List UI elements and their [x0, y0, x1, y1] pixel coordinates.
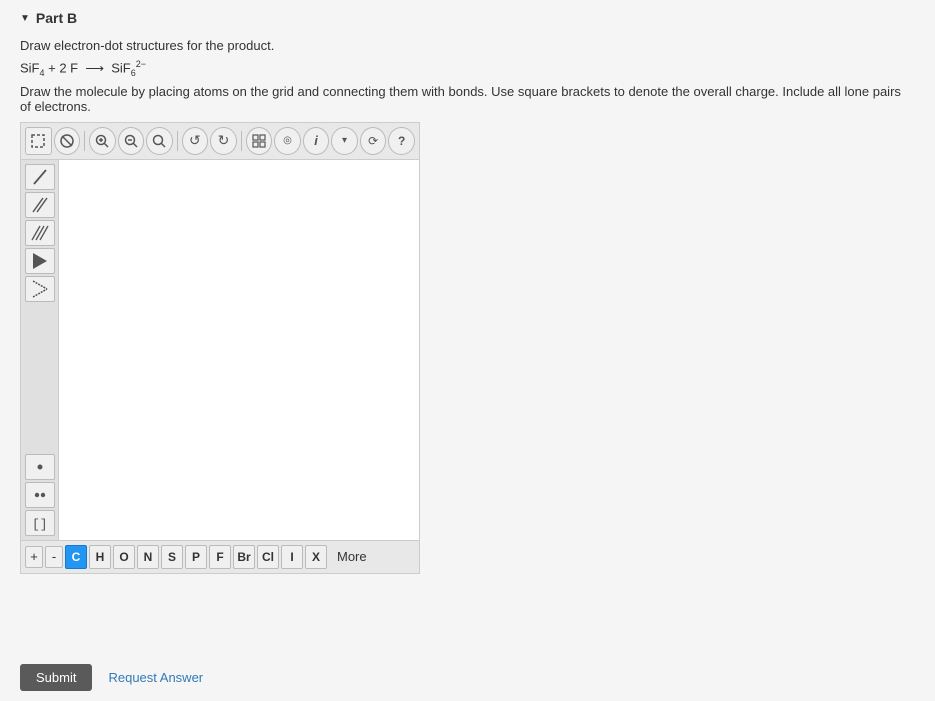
- element-btn-P[interactable]: P: [185, 545, 207, 569]
- zoom-out-icon: [123, 133, 139, 149]
- double-bond-tool[interactable]: [25, 192, 55, 218]
- atom-map-btn[interactable]: ◎: [274, 127, 301, 155]
- chevron-down-icon: ▾: [342, 135, 347, 146]
- equation-line: SiF4 + 2 F ⟶ SiF62−: [20, 59, 915, 78]
- single-bond-icon: [31, 167, 49, 187]
- toolbar-sep3: [241, 131, 242, 151]
- lasso-icon: [59, 133, 75, 149]
- element-btn-H[interactable]: H: [89, 545, 111, 569]
- instructions-line1: Draw electron-dot structures for the pro…: [20, 38, 915, 53]
- element-btn-C[interactable]: C: [65, 545, 87, 569]
- rotate-right-icon: ↻: [218, 132, 230, 149]
- triple-bond-tool[interactable]: [25, 220, 55, 246]
- submit-button[interactable]: Submit: [20, 664, 92, 691]
- lone-pair-double-icon: [31, 485, 49, 505]
- template-btn[interactable]: [246, 127, 273, 155]
- element-btn-Br[interactable]: Br: [233, 545, 255, 569]
- wedge-arrow-tool[interactable]: [25, 248, 55, 274]
- element-btn-N[interactable]: N: [137, 545, 159, 569]
- page-container: ▼ Part B Draw electron-dot structures fo…: [0, 0, 935, 701]
- zoom-area-icon: [151, 133, 167, 149]
- toolbar-top: ↺ ↻ ◎ i: [21, 123, 419, 160]
- part-label: Part B: [36, 10, 77, 26]
- element-btn-I[interactable]: I: [281, 545, 303, 569]
- zoom-out-btn[interactable]: [118, 127, 145, 155]
- zoom-in-icon: [94, 133, 110, 149]
- toolbar-sep1: [84, 131, 85, 151]
- rect-select-btn[interactable]: [25, 127, 52, 155]
- info-btn[interactable]: i: [303, 127, 330, 155]
- atom-map-icon: ◎: [283, 135, 292, 146]
- editor-main: []: [21, 160, 419, 540]
- below-editor-space: [20, 574, 420, 654]
- more-btn[interactable]: More: [331, 545, 373, 569]
- dashed-wedge-tool[interactable]: [25, 276, 55, 302]
- double-bond-icon: [31, 195, 49, 215]
- lone-pair-double-tool[interactable]: [25, 482, 55, 508]
- dashed-wedge-icon: [31, 279, 49, 299]
- element-btn-X[interactable]: X: [305, 545, 327, 569]
- template-icon: [251, 133, 267, 149]
- part-collapse-arrow[interactable]: ▼: [20, 13, 30, 24]
- brackets-icon: []: [31, 513, 49, 533]
- triple-bond-icon: [31, 223, 49, 243]
- element-btn-F[interactable]: F: [209, 545, 231, 569]
- editor-container: ↺ ↻ ◎ i: [20, 122, 420, 574]
- drawing-canvas[interactable]: [59, 160, 419, 540]
- refresh-icon: ⟳: [368, 134, 378, 148]
- brackets-tool[interactable]: []: [25, 510, 55, 536]
- zoom-in-btn[interactable]: [89, 127, 116, 155]
- lasso-btn[interactable]: [54, 127, 81, 155]
- element-btn-Cl[interactable]: Cl: [257, 545, 279, 569]
- lone-pair-single-icon: [31, 457, 49, 477]
- wedge-arrow-icon: [31, 251, 49, 271]
- left-toolbar: []: [21, 160, 59, 540]
- settings-btn[interactable]: ⟳: [360, 127, 387, 155]
- element-btn-S[interactable]: S: [161, 545, 183, 569]
- info-icon: i: [314, 133, 318, 148]
- svg-text:[]: []: [32, 517, 48, 532]
- rect-select-icon: [30, 133, 46, 149]
- rotate-left-btn[interactable]: ↺: [182, 127, 209, 155]
- rotate-left-icon: ↺: [189, 132, 201, 149]
- lone-pair-single-tool[interactable]: [25, 454, 55, 480]
- minus-btn[interactable]: -: [45, 546, 63, 568]
- part-header: ▼ Part B: [20, 10, 915, 26]
- zoom-area-btn[interactable]: [146, 127, 173, 155]
- toolbar-sep2: [177, 131, 178, 151]
- single-bond-tool[interactable]: [25, 164, 55, 190]
- request-answer-button[interactable]: Request Answer: [108, 670, 203, 685]
- help-icon: ?: [398, 134, 405, 148]
- bottom-toolbar: + - C H O N S P F Br Cl I X More: [21, 540, 419, 573]
- action-row: Submit Request Answer: [20, 664, 915, 691]
- rotate-right-btn[interactable]: ↻: [210, 127, 237, 155]
- element-btn-O[interactable]: O: [113, 545, 135, 569]
- draw-instructions: Draw the molecule by placing atoms on th…: [20, 84, 915, 114]
- plus-btn[interactable]: +: [25, 546, 43, 568]
- help-btn[interactable]: ?: [388, 127, 415, 155]
- dropdown-btn[interactable]: ▾: [331, 127, 358, 155]
